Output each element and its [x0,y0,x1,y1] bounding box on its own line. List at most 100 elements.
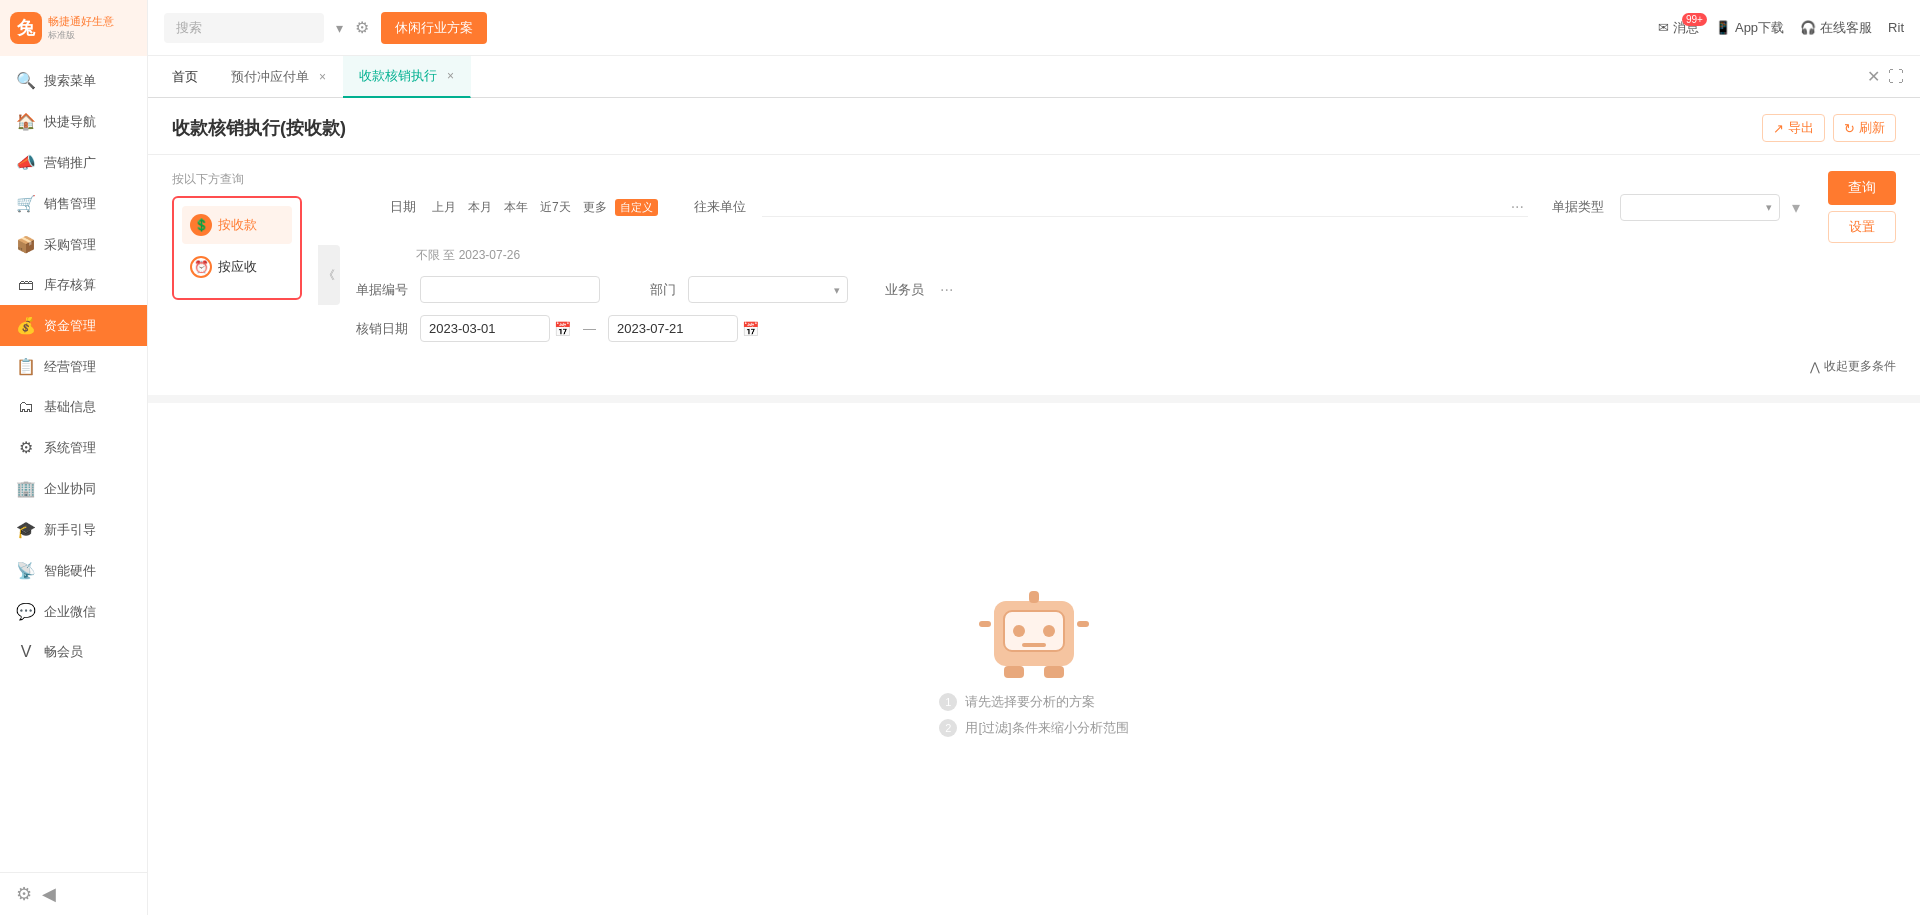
sidebar-item-label-9: 系统管理 [44,439,96,457]
close-tab-icon[interactable]: ✕ [1867,67,1880,86]
sidebar-item-0[interactable]: 🔍搜索菜单 [0,60,147,101]
search-box[interactable]: 搜索 [164,13,324,43]
date-range-display: 不限 至 2023-07-26 [416,247,1896,264]
sidebar-item-icon-4: 📦 [16,235,36,254]
settings-icon[interactable]: ⚙ [16,883,32,905]
svg-point-2 [1013,625,1025,637]
filter-sidebar-label: 按以下方查询 [172,171,302,188]
sidebar-collapse-button[interactable]: 《 [318,245,340,305]
sidebar-item-icon-10: 🏢 [16,479,36,498]
sidebar-item-12[interactable]: 📡智能硬件 [0,550,147,591]
topbar-gear-icon[interactable]: ⚙ [355,18,369,37]
export-label: 导出 [1788,119,1814,137]
verify-date-start-cal-icon[interactable]: 📅 [554,321,571,337]
sidebar-item-label-7: 经营管理 [44,358,96,376]
app-label: App下载 [1735,19,1784,37]
verify-date-end-input[interactable] [608,315,738,342]
collapse-icon[interactable]: ◀ [42,883,56,905]
sidebar-item-6[interactable]: 💰资金管理 [0,305,147,346]
date-dash: — [583,321,596,336]
refresh-label: 刷新 [1859,119,1885,137]
counterpart-dots[interactable]: ··· [1507,198,1528,216]
app-download-button[interactable]: 📱 App下载 [1715,19,1784,37]
date-btn-this-year[interactable]: 本年 [500,197,532,218]
sidebar-item-icon-11: 🎓 [16,520,36,539]
date-btn-7days[interactable]: 近7天 [536,197,575,218]
empty-hint-1: 1 请先选择要分析的方案 [939,693,1095,711]
sidebar-item-7[interactable]: 📋 经营管理 [0,346,147,387]
sidebar-item-14[interactable]: V畅会员 [0,632,147,672]
message-button[interactable]: ✉ 消息 99+ [1658,19,1699,37]
date-btn-last-month[interactable]: 上月 [428,197,460,218]
svg-rect-8 [1004,666,1024,678]
sidebar-item-4[interactable]: 📦采购管理 [0,224,147,265]
sidebar-item-label-11: 新手引导 [44,521,96,539]
verify-date-start-wrap: 📅 [420,315,571,342]
date-options: 上月 本月 本年 近7天 更多 自定义 [428,197,658,218]
sidebar-item-10[interactable]: 🏢企业协同 [0,468,147,509]
tab-verify-close-icon[interactable]: × [447,69,454,83]
doc-type-dots[interactable]: ▾ [1788,198,1804,217]
staff-dots[interactable]: ··· [936,281,957,299]
service-button[interactable]: 🎧 在线客服 [1800,19,1872,37]
sidebar-item-2[interactable]: 📣营销推广 [0,142,147,183]
filter-row-1: 日期 上月 本月 本年 近7天 更多 自定义 往来单位 ··· [356,171,1896,243]
sidebar-item-icon-7: 📋 [16,357,36,376]
expand-tab-icon[interactable]: ⛶ [1888,68,1904,86]
search-dropdown-icon[interactable]: ▾ [336,20,343,36]
tab-verify[interactable]: 收款核销执行 × [343,56,471,98]
tab-prepay-close-icon[interactable]: × [319,70,326,84]
sidebar-item-11[interactable]: 🎓 新手引导 [0,509,147,550]
doc-type-select[interactable] [1620,194,1780,221]
query-area: 查询 设置 [1828,171,1896,243]
counterpart-label: 往来单位 [686,198,746,216]
doc-type-select-wrap [1620,194,1780,221]
tab-prepay-label: 预付冲应付单 [231,68,309,86]
sidebar-item-9[interactable]: ⚙系统管理 [0,427,147,468]
verify-date-end-wrap: 📅 [608,315,759,342]
query-button[interactable]: 查询 [1828,171,1896,205]
by-receivable-label: 按应收 [218,258,257,276]
verify-date-start-input[interactable] [420,315,550,342]
sidebar-item-3[interactable]: 🛒销售管理 [0,183,147,224]
empty-robot-svg [974,581,1094,681]
tab-home[interactable]: 首页 [156,56,215,98]
collapse-more-button[interactable]: ⋀ 收起更多条件 [1810,358,1896,375]
logo-text: 畅捷通好生意 [48,14,114,28]
verify-date-end-cal-icon[interactable]: 📅 [742,321,759,337]
empty-num-2: 2 [939,719,957,737]
sidebar-item-icon-5: 🗃 [16,276,36,294]
date-btn-this-month[interactable]: 本月 [464,197,496,218]
main-area: 搜索 ▾ ⚙ 休闲行业方案 ✉ 消息 99+ 📱 App下载 🎧 在线客服 Ri… [148,0,1920,915]
refresh-button[interactable]: ↻ 刷新 [1833,114,1896,142]
sidebar-item-5[interactable]: 🗃库存核算 [0,265,147,305]
filter-main: 日期 上月 本月 本年 近7天 更多 自定义 往来单位 ··· [356,171,1896,379]
filter-area: 按以下方查询 💲 按收款 ⏰ 按应收 《 日期 [148,155,1920,395]
tab-prepay[interactable]: 预付冲应付单 × [215,56,343,98]
svg-rect-4 [1022,643,1046,647]
sidebar-item-label-6: 资金管理 [44,317,96,335]
sidebar-item-label-14: 畅会员 [44,643,83,661]
sidebar-item-13[interactable]: 💬企业微信 [0,591,147,632]
app-icon: 📱 [1715,20,1731,35]
setting-button[interactable]: 设置 [1828,211,1896,243]
sidebar-item-8[interactable]: 🗂基础信息 [0,387,147,427]
export-button[interactable]: ↗ 导出 [1762,114,1825,142]
sidebar-item-label-3: 销售管理 [44,195,96,213]
filter-row-2: 单据编号 部门 业务员 ··· [356,276,1896,303]
by-receivable-icon: ⏰ [190,256,212,278]
filter-option-by-receivable[interactable]: ⏰ 按应收 [182,248,292,286]
dept-select[interactable] [688,276,848,303]
user-menu[interactable]: Rit [1888,20,1904,35]
filter-option-by-receipt[interactable]: 💲 按收款 [182,206,292,244]
svg-rect-7 [1077,621,1089,627]
service-label: 在线客服 [1820,19,1872,37]
date-btn-more[interactable]: 更多 [579,197,611,218]
solution-button[interactable]: 休闲行业方案 [381,12,487,44]
message-icon: ✉ [1658,20,1669,35]
sidebar-item-icon-1: 🏠 [16,112,36,131]
doc-no-input[interactable] [420,276,600,303]
logo-text-wrap: 畅捷通好生意 标准版 [48,14,114,41]
date-tag-custom[interactable]: 自定义 [615,199,658,216]
sidebar-item-1[interactable]: 🏠快捷导航 [0,101,147,142]
